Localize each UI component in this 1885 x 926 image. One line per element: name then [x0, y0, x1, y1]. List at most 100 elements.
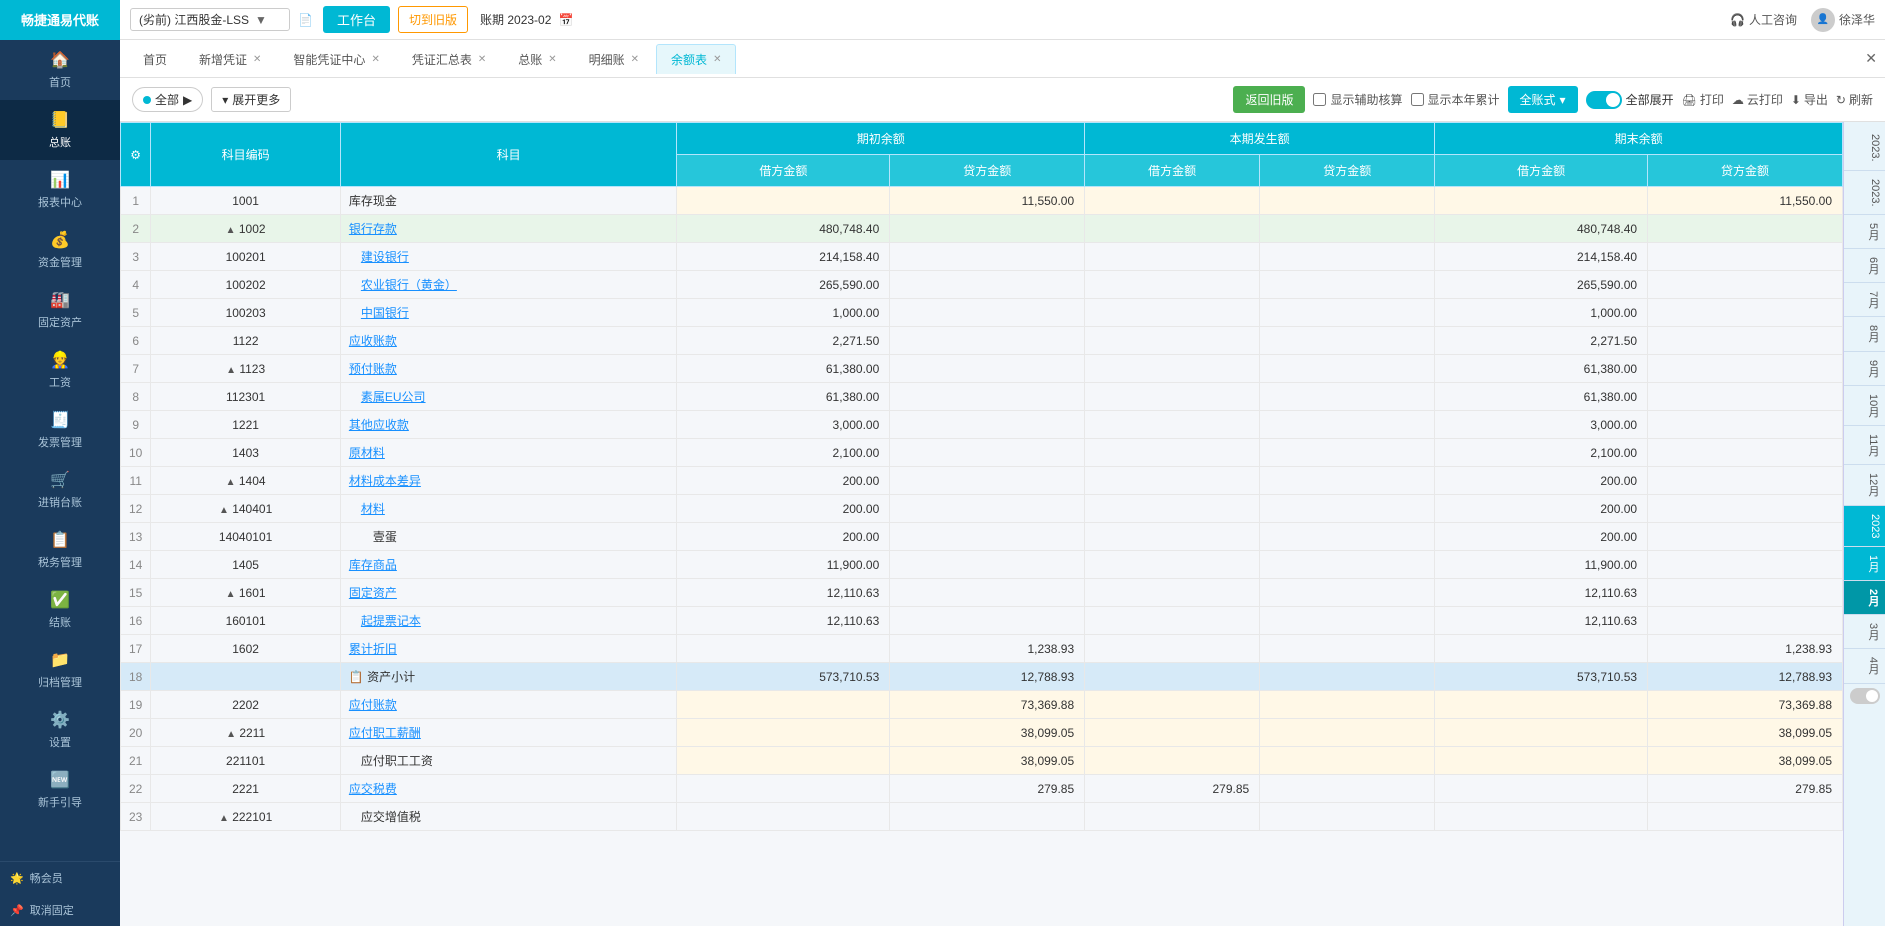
right-panel-month-6[interactable]: 6月 — [1844, 249, 1885, 283]
sidebar-item-member[interactable]: 🌟 畅会员 — [0, 862, 120, 894]
row-name[interactable]: 预付账款 — [340, 355, 677, 383]
tab-new-voucher-close[interactable]: ✕ — [253, 54, 261, 65]
auxiliary-checkbox[interactable] — [1313, 93, 1326, 106]
sidebar-item-report[interactable]: 📊 报表中心 — [0, 160, 120, 220]
subject-link[interactable]: 原材料 — [349, 446, 385, 460]
right-panel-month-9[interactable]: 9月 — [1844, 352, 1885, 386]
tab-voucher-summary[interactable]: 凭证汇总表 ✕ — [397, 44, 501, 74]
row-name[interactable]: 原材料 — [340, 439, 677, 467]
format-button[interactable]: 全账式 ▾ — [1508, 86, 1578, 113]
tab-balance-close[interactable]: ✕ — [713, 54, 721, 65]
right-panel-year-2023-active[interactable]: 2023 — [1844, 506, 1885, 547]
tab-voucher-summary-close[interactable]: ✕ — [478, 54, 486, 65]
right-panel-month-12[interactable]: 12月 — [1844, 465, 1885, 505]
tab-detail-ledger-close[interactable]: ✕ — [631, 54, 639, 65]
tab-new-voucher[interactable]: 新增凭证 ✕ — [184, 44, 276, 74]
subject-link[interactable]: 固定资产 — [349, 586, 397, 600]
row-name[interactable]: 应付账款 — [340, 691, 677, 719]
close-all-tabs[interactable]: ✕ — [1865, 50, 1877, 67]
row-name[interactable]: 起提票记本 — [340, 607, 677, 635]
cloud-print-button[interactable]: ☁ 云打印 — [1732, 91, 1783, 108]
refresh-button[interactable]: ↻ 刷新 — [1836, 91, 1873, 108]
row-name[interactable]: 中国银行 — [340, 299, 677, 327]
sidebar-item-settings[interactable]: ⚙️ 设置 — [0, 700, 120, 760]
row-name[interactable]: 应付职工薪酬 — [340, 719, 677, 747]
calendar-icon[interactable]: 📅 — [559, 13, 574, 27]
row-name[interactable]: 应交税费 — [340, 775, 677, 803]
row-name[interactable]: 材料成本差异 — [340, 467, 677, 495]
row-name[interactable]: 固定资产 — [340, 579, 677, 607]
sidebar-item-tax[interactable]: 📋 税务管理 — [0, 520, 120, 580]
table-container[interactable]: ⚙ 科目编码 科目 期初余额 本期发生额 期末余额 借方金额 贷方金额 借方金额… — [120, 122, 1843, 926]
row-name[interactable]: 银行存款 — [340, 215, 677, 243]
subject-link[interactable]: 银行存款 — [349, 222, 397, 236]
check-auxiliary[interactable]: 显示辅助核算 — [1313, 91, 1402, 108]
row-name[interactable]: 农业银行（黄金） — [340, 271, 677, 299]
right-panel-year-2023-2[interactable]: 2023. — [1844, 171, 1885, 216]
right-panel-month-7[interactable]: 7月 — [1844, 283, 1885, 317]
subject-link[interactable]: 农业银行（黄金） — [361, 278, 457, 292]
tab-detail-ledger[interactable]: 明细账 ✕ — [574, 44, 654, 74]
right-panel-month-11[interactable]: 11月 — [1844, 426, 1885, 465]
switch-version-button[interactable]: 切到旧版 — [398, 6, 468, 33]
tab-smart-voucher-close[interactable]: ✕ — [371, 54, 379, 65]
row-name[interactable]: 其他应收款 — [340, 411, 677, 439]
row-name[interactable]: 累计折旧 — [340, 635, 677, 663]
subject-link[interactable]: 应付账款 — [349, 698, 397, 712]
right-panel-month-5[interactable]: 5月 — [1844, 215, 1885, 249]
tab-general-ledger-close[interactable]: ✕ — [548, 54, 556, 65]
sidebar-item-invoice[interactable]: 🧾 发票管理 — [0, 400, 120, 460]
right-panel-month-8[interactable]: 8月 — [1844, 317, 1885, 351]
sidebar-item-guide[interactable]: 🆕 新手引导 — [0, 760, 120, 820]
check-yearly[interactable]: 显示本年累计 — [1411, 91, 1500, 108]
sidebar-item-home[interactable]: 🏠 首页 — [0, 40, 120, 100]
tab-home[interactable]: 首页 — [128, 44, 182, 74]
export-button[interactable]: ⬇ 导出 — [1791, 91, 1828, 108]
sidebar-item-ledger[interactable]: 📒 总账 — [0, 100, 120, 160]
right-panel-month-3[interactable]: 3月 — [1844, 615, 1885, 649]
row-name[interactable]: 材料 — [340, 495, 677, 523]
col-gear[interactable]: ⚙ — [121, 123, 151, 187]
return-old-version-button[interactable]: 返回旧版 — [1233, 86, 1305, 113]
row-name[interactable]: 建设银行 — [340, 243, 677, 271]
workbench-button[interactable]: 工作台 — [323, 6, 390, 33]
row-name[interactable]: 素属EU公司 — [340, 383, 677, 411]
subject-link[interactable]: 建设银行 — [361, 250, 409, 264]
right-panel-settings[interactable] — [1850, 688, 1880, 704]
subject-link[interactable]: 素属EU公司 — [361, 390, 426, 404]
sidebar-item-archive[interactable]: 📁 归档管理 — [0, 640, 120, 700]
sidebar-item-settle[interactable]: ✅ 结账 — [0, 580, 120, 640]
subject-link[interactable]: 材料成本差异 — [349, 474, 421, 488]
tab-smart-voucher[interactable]: 智能凭证中心 ✕ — [278, 44, 394, 74]
subject-link[interactable]: 应付职工薪酬 — [349, 726, 421, 740]
sidebar-item-fixed-assets[interactable]: 🏭 固定资产 — [0, 280, 120, 340]
consultant-button[interactable]: 🎧 人工咨询 — [1730, 11, 1797, 28]
sidebar-item-capital[interactable]: 💰 资金管理 — [0, 220, 120, 280]
subject-link[interactable]: 应收账款 — [349, 334, 397, 348]
expand-all-toggle[interactable] — [1586, 91, 1622, 109]
sidebar-item-salary[interactable]: 👷 工资 — [0, 340, 120, 400]
print-button[interactable]: 🖨 打印 — [1682, 91, 1724, 108]
subject-link[interactable]: 材料 — [361, 502, 385, 516]
right-panel-month-1[interactable]: 1月 — [1844, 547, 1885, 581]
subject-link[interactable]: 库存商品 — [349, 558, 397, 572]
subject-link[interactable]: 起提票记本 — [361, 614, 421, 628]
subject-link[interactable]: 中国银行 — [361, 306, 409, 320]
sidebar-item-fix-bottom[interactable]: 📌 取消固定 — [0, 894, 120, 926]
subject-link[interactable]: 其他应收款 — [349, 418, 409, 432]
company-selector[interactable]: (劣前) 江西股金-LSS ▼ — [130, 8, 290, 31]
user-info[interactable]: 👤 徐泽华 — [1811, 8, 1875, 32]
tab-general-ledger[interactable]: 总账 ✕ — [503, 44, 571, 74]
filter-button[interactable]: 全部 ▶ — [132, 87, 203, 112]
right-panel-month-2-active[interactable]: 2月 — [1844, 581, 1885, 615]
row-name[interactable]: 应收账款 — [340, 327, 677, 355]
subject-link[interactable]: 预付账款 — [349, 362, 397, 376]
row-name[interactable]: 库存商品 — [340, 551, 677, 579]
subject-link[interactable]: 应交税费 — [349, 782, 397, 796]
sidebar-item-purchase[interactable]: 🛒 进销台账 — [0, 460, 120, 520]
right-panel-year-2023-1[interactable]: 2023. — [1844, 126, 1885, 171]
expand-button[interactable]: ▾ 展开更多 — [211, 87, 291, 112]
right-panel-month-4[interactable]: 4月 — [1844, 649, 1885, 683]
yearly-checkbox[interactable] — [1411, 93, 1424, 106]
tab-balance[interactable]: 余额表 ✕ — [656, 44, 736, 74]
